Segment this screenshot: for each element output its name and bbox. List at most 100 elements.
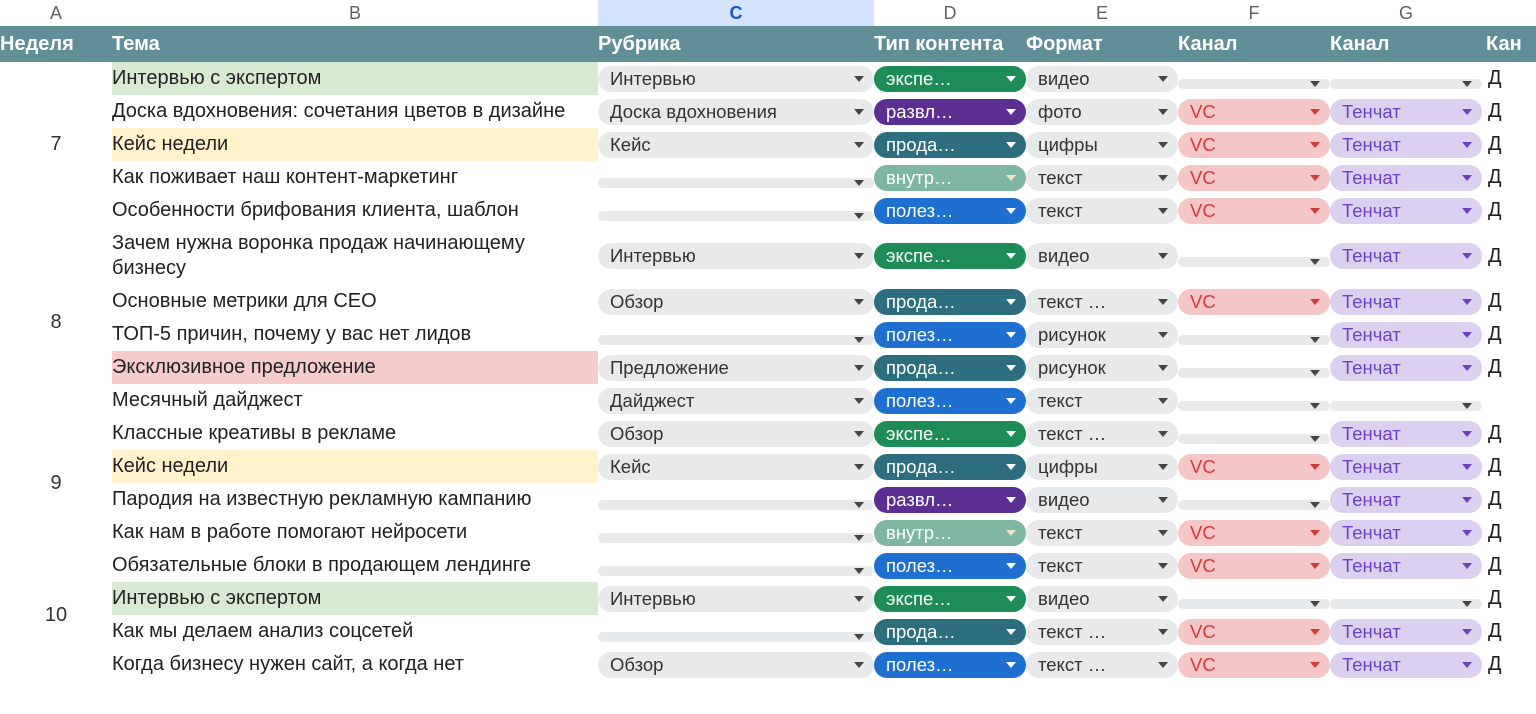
type-cell[interactable]: внутр… [874, 161, 1026, 194]
channel2-cell[interactable]: Тенчат [1330, 549, 1482, 582]
channel1-cell[interactable] [1178, 417, 1330, 450]
dropdown-channel1[interactable] [1178, 434, 1330, 444]
type-cell[interactable]: полез… [874, 318, 1026, 351]
dropdown-rubric[interactable]: Интервью [598, 243, 874, 269]
channel3-cell[interactable]: Д [1482, 318, 1536, 351]
format-cell[interactable]: цифры [1026, 450, 1178, 483]
type-cell[interactable]: прода… [874, 615, 1026, 648]
dropdown-channel1[interactable]: VC [1178, 289, 1330, 315]
type-cell[interactable]: внутр… [874, 516, 1026, 549]
dropdown-rubric[interactable]: Дайджест [598, 388, 874, 414]
dropdown-type[interactable]: прода… [874, 132, 1026, 158]
topic-cell[interactable]: Интервью с экспертом [112, 582, 598, 615]
dropdown-type[interactable]: экспе… [874, 586, 1026, 612]
topic-cell[interactable]: Особенности брифования клиента, шаблон [112, 194, 598, 227]
dropdown-type[interactable]: прода… [874, 454, 1026, 480]
dropdown-rubric[interactable]: Интервью [598, 586, 874, 612]
topic-cell[interactable]: Когда бизнесу нужен сайт, а когда нет [112, 648, 598, 681]
dropdown-type[interactable]: полез… [874, 652, 1026, 678]
topic-cell[interactable]: Основные метрики для CEO [112, 285, 598, 318]
channel1-cell[interactable]: VC [1178, 615, 1330, 648]
channel2-cell[interactable]: Тенчат [1330, 615, 1482, 648]
dropdown-channel2[interactable]: Тенчат [1330, 421, 1482, 447]
channel3-cell[interactable]: Д [1482, 615, 1536, 648]
topic-cell[interactable]: Классные креативы в рекламе [112, 417, 598, 450]
rubric-cell[interactable] [598, 483, 874, 516]
dropdown-channel1[interactable] [1178, 599, 1330, 609]
dropdown-rubric[interactable] [598, 566, 874, 576]
dropdown-channel2[interactable]: Тенчат [1330, 322, 1482, 348]
dropdown-channel2[interactable]: Тенчат [1330, 652, 1482, 678]
rubric-cell[interactable] [598, 615, 874, 648]
type-cell[interactable]: полез… [874, 384, 1026, 417]
rubric-cell[interactable]: Обзор [598, 648, 874, 681]
rubric-cell[interactable] [598, 516, 874, 549]
format-cell[interactable]: рисунок [1026, 318, 1178, 351]
format-cell[interactable]: рисунок [1026, 351, 1178, 384]
format-cell[interactable]: текст [1026, 516, 1178, 549]
channel2-cell[interactable]: Тенчат [1330, 516, 1482, 549]
dropdown-format[interactable]: цифры [1026, 132, 1178, 158]
dropdown-channel2[interactable]: Тенчат [1330, 289, 1482, 315]
dropdown-type[interactable]: развл… [874, 99, 1026, 125]
channel3-cell[interactable]: Д [1482, 285, 1536, 318]
type-cell[interactable]: прода… [874, 450, 1026, 483]
rubric-cell[interactable]: Обзор [598, 285, 874, 318]
col-header-C[interactable]: C [598, 0, 874, 26]
dropdown-type[interactable]: прода… [874, 619, 1026, 645]
format-cell[interactable]: видео [1026, 483, 1178, 516]
rubric-cell[interactable]: Предложение [598, 351, 874, 384]
header-week[interactable]: Неделя [0, 26, 112, 62]
topic-cell[interactable]: Как мы делаем анализ соцсетей [112, 615, 598, 648]
dropdown-channel1[interactable]: VC [1178, 99, 1330, 125]
dropdown-channel1[interactable]: VC [1178, 454, 1330, 480]
rubric-cell[interactable] [598, 318, 874, 351]
channel3-cell[interactable]: Д [1482, 351, 1536, 384]
channel1-cell[interactable] [1178, 384, 1330, 417]
dropdown-rubric[interactable] [598, 533, 874, 543]
rubric-cell[interactable]: Обзор [598, 417, 874, 450]
dropdown-type[interactable]: внутр… [874, 165, 1026, 191]
channel3-cell[interactable]: Д [1482, 227, 1536, 285]
dropdown-rubric[interactable]: Интервью [598, 66, 874, 92]
topic-cell[interactable]: Интервью с экспертом [112, 62, 598, 95]
col-header-A[interactable]: A [0, 0, 112, 26]
header-channel3[interactable]: Кан [1482, 26, 1536, 62]
type-cell[interactable]: экспе… [874, 227, 1026, 285]
channel2-cell[interactable] [1330, 384, 1482, 417]
dropdown-format[interactable]: текст [1026, 388, 1178, 414]
dropdown-channel1[interactable]: VC [1178, 520, 1330, 546]
channel1-cell[interactable]: VC [1178, 128, 1330, 161]
dropdown-rubric[interactable]: Обзор [598, 289, 874, 315]
dropdown-format[interactable]: рисунок [1026, 355, 1178, 381]
topic-cell[interactable]: Зачем нужна воронка продаж начинающему б… [112, 227, 598, 285]
dropdown-format[interactable]: фото [1026, 99, 1178, 125]
topic-cell[interactable]: Обязательные блоки в продающем лендинге [112, 549, 598, 582]
col-header-H[interactable] [1482, 0, 1536, 26]
channel3-cell[interactable]: Д [1482, 648, 1536, 681]
topic-cell[interactable]: Как нам в работе помогают нейросети [112, 516, 598, 549]
channel2-cell[interactable]: Тенчат [1330, 194, 1482, 227]
type-cell[interactable]: полез… [874, 194, 1026, 227]
rubric-cell[interactable]: Кейс [598, 128, 874, 161]
dropdown-rubric[interactable]: Обзор [598, 421, 874, 447]
type-cell[interactable]: развл… [874, 483, 1026, 516]
dropdown-type[interactable]: экспе… [874, 66, 1026, 92]
channel2-cell[interactable]: Тенчат [1330, 161, 1482, 194]
channel1-cell[interactable] [1178, 62, 1330, 95]
channel3-cell[interactable]: Д [1482, 582, 1536, 615]
dropdown-format[interactable]: текст [1026, 520, 1178, 546]
type-cell[interactable]: прода… [874, 128, 1026, 161]
dropdown-type[interactable]: экспе… [874, 421, 1026, 447]
header-topic[interactable]: Тема [112, 26, 598, 62]
rubric-cell[interactable]: Интервью [598, 227, 874, 285]
topic-cell[interactable]: Кейс недели [112, 450, 598, 483]
channel3-cell[interactable] [1482, 384, 1536, 417]
channel2-cell[interactable]: Тенчат [1330, 128, 1482, 161]
empty-cell[interactable] [112, 681, 598, 714]
channel2-cell[interactable] [1330, 62, 1482, 95]
col-header-E[interactable]: E [1026, 0, 1178, 26]
channel1-cell[interactable]: VC [1178, 95, 1330, 128]
format-cell[interactable]: видео [1026, 227, 1178, 285]
header-format[interactable]: Формат [1026, 26, 1178, 62]
